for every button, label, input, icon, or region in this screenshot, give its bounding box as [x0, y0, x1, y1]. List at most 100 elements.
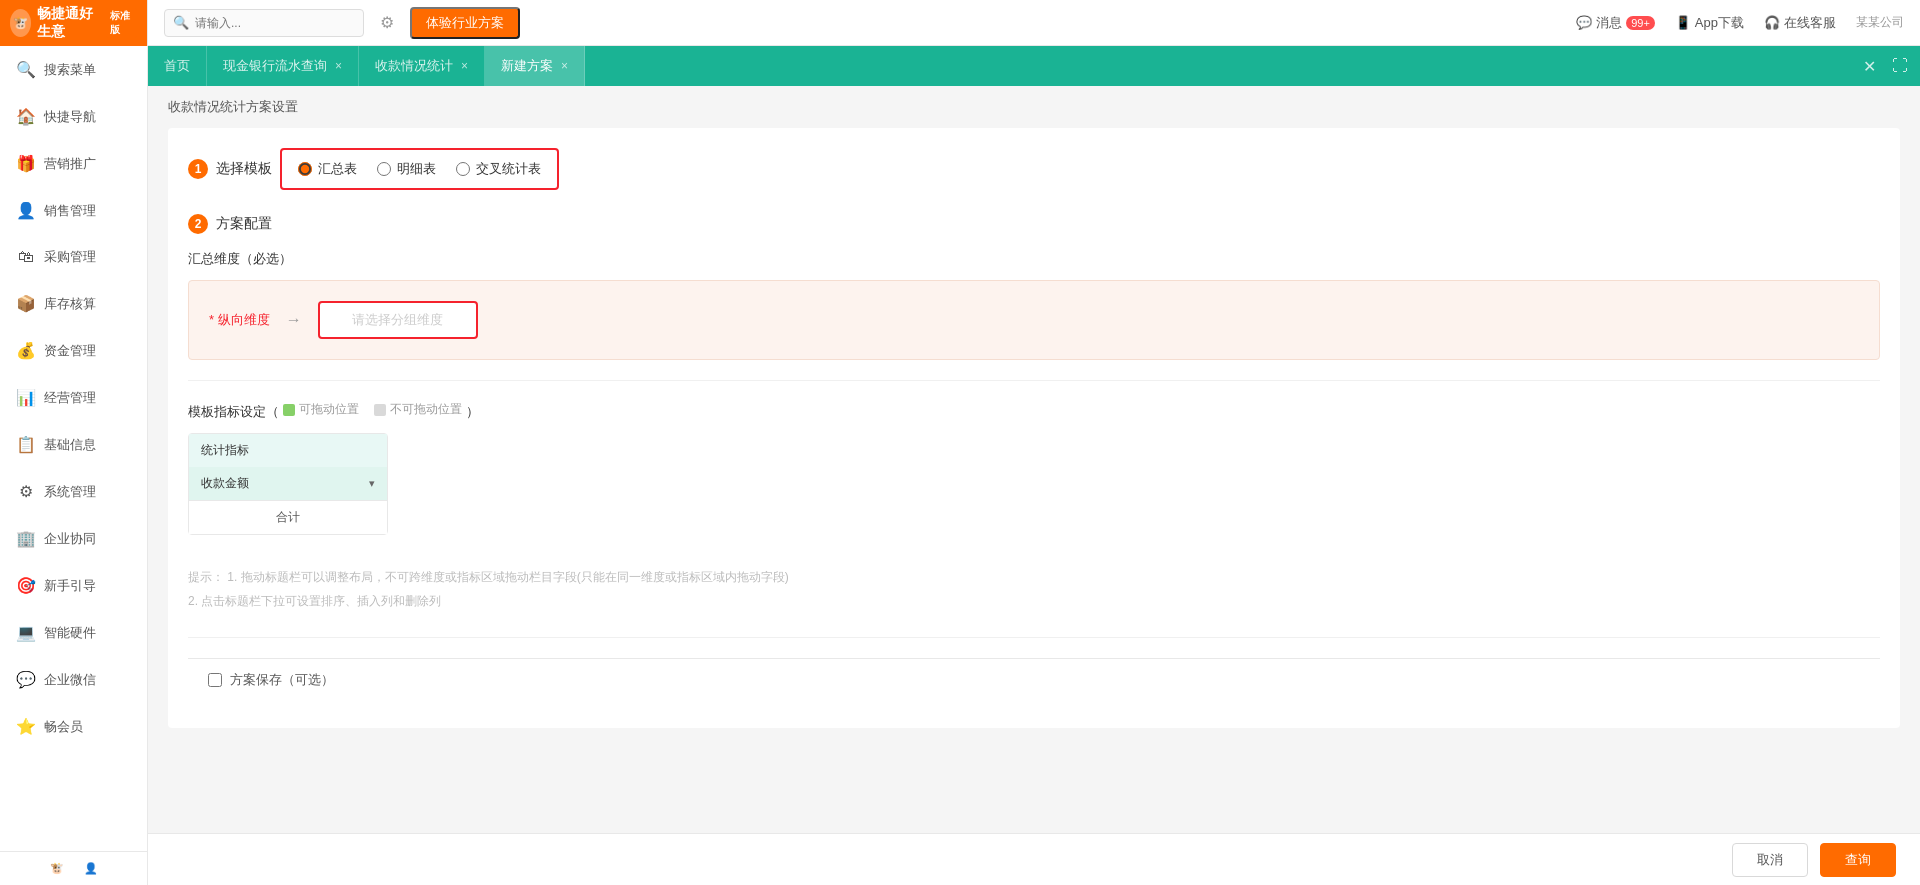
basic-info-nav-icon: 📋	[16, 435, 36, 454]
sidebar-item-sales[interactable]: 👤 销售管理	[0, 187, 147, 234]
settings-icon[interactable]: ⚙	[380, 13, 394, 32]
legend-non-draggable-label: 不可拖动位置	[390, 401, 462, 418]
sales-nav-icon: 👤	[16, 201, 36, 220]
tab-home[interactable]: 首页	[148, 46, 207, 86]
dimension-area: * 纵向维度 → 请选择分组维度	[188, 280, 1880, 360]
tab-new-plan-close[interactable]: ×	[561, 59, 568, 73]
dropdown-arrow-icon[interactable]: ▾	[369, 477, 375, 490]
inventory-nav-label: 库存核算	[44, 295, 96, 313]
hardware-nav-icon: 💻	[16, 623, 36, 642]
footer-divider	[188, 637, 1880, 638]
support-icon: 🎧	[1764, 15, 1780, 30]
sidebar-logo: 🐮 畅捷通好生意 标准版	[0, 0, 147, 46]
maximize-icon[interactable]: ⛶	[1888, 53, 1912, 79]
quick-nav-nav-label: 快捷导航	[44, 108, 96, 126]
dimension-placeholder: 请选择分组维度	[352, 311, 443, 329]
tab-new-plan-label: 新建方案	[501, 57, 553, 75]
dimension-select[interactable]: 请选择分组维度	[318, 301, 478, 339]
header: 🔍 ⚙ 体验行业方案 💬 消息 99+ 📱 App下载 🎧 在线客服 某某公司	[148, 0, 1920, 46]
app-download-button[interactable]: 📱 App下载	[1675, 14, 1744, 32]
step2-header: 2 方案配置	[188, 214, 1880, 234]
tip-line2: 2. 点击标题栏下拉可设置排序、插入列和删除列	[188, 589, 1880, 613]
logo-tag: 标准版	[106, 8, 137, 38]
sidebar-item-basic-info[interactable]: 📋 基础信息	[0, 421, 147, 468]
tab-bank-flow-close[interactable]: ×	[335, 59, 342, 73]
sidebar-bottom-item-b[interactable]: 👤	[84, 862, 98, 875]
sidebar: 🐮 畅捷通好生意 标准版 🔍 搜索菜单 🏠 快捷导航 🎁营销推广 👤 销售管理 🛍 采购管理 📦库…	[0, 0, 148, 885]
basic-info-nav-label: 基础信息	[44, 436, 96, 454]
radio-cross-input[interactable]	[456, 162, 470, 176]
step2-title: 方案配置	[216, 215, 272, 233]
metrics-dropdown-row[interactable]: 收款金额 ▾	[189, 467, 387, 500]
metrics-header: 模板指标设定（ 可拖动位置 不可拖动位置 ）	[188, 401, 1880, 421]
header-search-box[interactable]: 🔍	[164, 9, 364, 37]
sidebar-item-search[interactable]: 🔍 搜索菜单	[0, 46, 147, 93]
search-input[interactable]	[195, 16, 335, 30]
tips-section: 提示： 1. 拖动标题栏可以调整布局，不可跨维度或指标区域拖动栏目字段(只能在同…	[188, 565, 1880, 613]
cancel-button[interactable]: 取消	[1732, 843, 1808, 877]
message-badge: 99+	[1626, 16, 1655, 30]
radio-detail-label: 明细表	[397, 160, 436, 178]
tip-line1: 提示： 1. 拖动标题栏可以调整布局，不可跨维度或指标区域拖动栏目字段(只能在同…	[188, 565, 1880, 589]
search-nav-icon: 🔍	[16, 60, 36, 79]
sidebar-item-system[interactable]: ⚙系统管理	[0, 468, 147, 515]
online-support-button[interactable]: 🎧 在线客服	[1764, 14, 1836, 32]
template-radio-group: 汇总表 明细表 交叉统计表	[298, 160, 541, 178]
sidebar-bottom: 🐮 👤	[0, 851, 147, 885]
sidebar-item-purchase[interactable]: 🛍 采购管理	[0, 234, 147, 280]
radio-cross-label: 交叉统计表	[476, 160, 541, 178]
messages-button[interactable]: 💬 消息 99+	[1576, 14, 1655, 32]
trial-button[interactable]: 体验行业方案	[410, 7, 520, 39]
tab-bank-flow-label: 现金银行流水查询	[223, 57, 327, 75]
wechat-nav-label: 企业微信	[44, 671, 96, 689]
metrics-total-row: 合计	[189, 500, 387, 534]
sidebar-item-wechat[interactable]: 💬 企业微信	[0, 656, 147, 703]
tab-collection-stats-close[interactable]: ×	[461, 59, 468, 73]
online-support-label: 在线客服	[1784, 14, 1836, 32]
sidebar-bottom-item-a[interactable]: 🐮	[50, 862, 64, 875]
arrow-icon: →	[286, 311, 302, 329]
search-nav-label: 搜索菜单	[44, 61, 96, 79]
sidebar-item-guide[interactable]: 🎯新手引导	[0, 562, 147, 609]
message-icon: 💬	[1576, 15, 1592, 30]
close-tab-icon[interactable]: ✕	[1859, 53, 1880, 80]
quick-nav-nav-icon: 🏠	[16, 107, 36, 126]
header-right: 💬 消息 99+ 📱 App下载 🎧 在线客服 某某公司	[1576, 14, 1904, 32]
radio-summary[interactable]: 汇总表	[298, 160, 357, 178]
dimension-title: 汇总维度（必选）	[188, 250, 1880, 268]
config-section: 汇总维度（必选） * 纵向维度 → 请选择分组维度 模板指标设定（	[188, 250, 1880, 613]
sidebar-item-capital[interactable]: 💰资金管理	[0, 327, 147, 374]
purchase-nav-label: 采购管理	[44, 248, 96, 266]
save-plan-checkbox[interactable]	[208, 673, 222, 687]
system-nav-label: 系统管理	[44, 483, 96, 501]
wechat-nav-icon: 💬	[16, 670, 36, 689]
tabs-bar: 首页现金银行流水查询×收款情况统计×新建方案× ✕ ⛶	[148, 46, 1920, 86]
sidebar-item-quick-nav[interactable]: 🏠 快捷导航	[0, 93, 147, 140]
sidebar-item-hardware[interactable]: 💻 智能硬件	[0, 609, 147, 656]
marketing-nav-icon: 🎁	[16, 154, 36, 173]
tab-bank-flow[interactable]: 现金银行流水查询 ×	[207, 46, 359, 86]
sidebar-item-operation[interactable]: 📊经营管理	[0, 374, 147, 421]
tab-collection-stats[interactable]: 收款情况统计×	[359, 46, 485, 86]
sidebar-item-marketing[interactable]: 🎁营销推广	[0, 140, 147, 187]
tab-new-plan[interactable]: 新建方案 ×	[485, 46, 585, 86]
content-area: 1 选择模板 汇总表 明细表 交叉统计表	[168, 128, 1900, 728]
metrics-setting-label: 模板指标设定（ 可拖动位置 不可拖动位置 ）	[188, 401, 479, 421]
capital-nav-icon: 💰	[16, 341, 36, 360]
non-draggable-dot	[374, 404, 386, 416]
radio-summary-input[interactable]	[298, 162, 312, 176]
step1-number: 1	[188, 159, 208, 179]
radio-cross[interactable]: 交叉统计表	[456, 160, 541, 178]
save-plan-label[interactable]: 方案保存（可选）	[230, 671, 334, 689]
sidebar-item-member[interactable]: ⭐畅会员	[0, 703, 147, 750]
template-select-box: 汇总表 明细表 交叉统计表	[280, 148, 559, 190]
legend-draggable-item: 可拖动位置	[283, 401, 359, 418]
sidebar-item-enterprise[interactable]: 🏢企业协同	[0, 515, 147, 562]
sales-nav-label: 销售管理	[44, 202, 96, 220]
query-button[interactable]: 查询	[1820, 843, 1896, 877]
radio-detail-input[interactable]	[377, 162, 391, 176]
purchase-nav-icon: 🛍	[16, 248, 36, 266]
hardware-nav-label: 智能硬件	[44, 624, 96, 642]
radio-detail[interactable]: 明细表	[377, 160, 436, 178]
sidebar-item-inventory[interactable]: 📦库存核算	[0, 280, 147, 327]
